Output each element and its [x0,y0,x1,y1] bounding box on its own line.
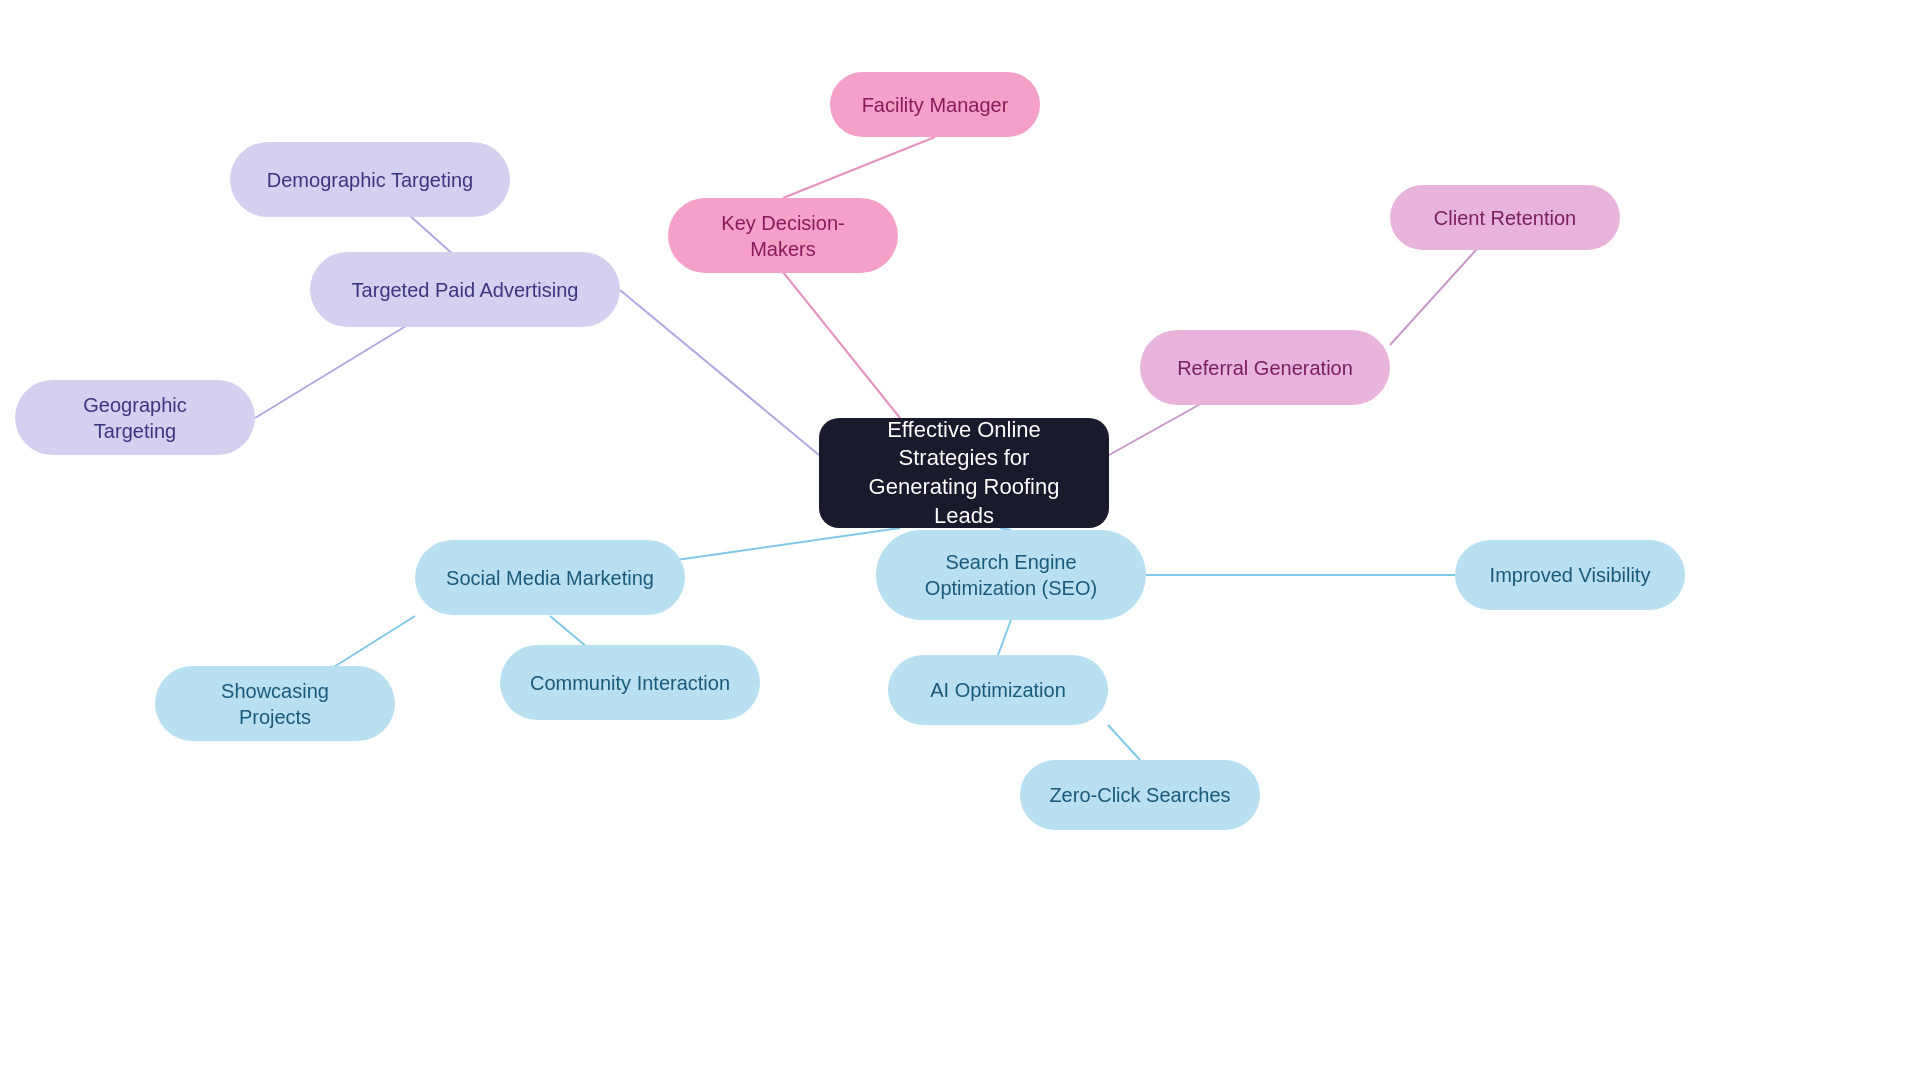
svg-line-4 [783,137,935,198]
social-label: Social Media Marketing [446,565,654,591]
center-node: Effective Online Strategies for Generati… [819,418,1109,528]
targeted-paid-label: Targeted Paid Advertising [352,277,579,303]
svg-line-13 [1108,725,1140,760]
key-decision-label: Key Decision-Makers [696,210,870,262]
seo-label: Search Engine Optimization (SEO) [904,549,1118,601]
community-label: Community Interaction [530,670,730,696]
svg-line-3 [783,272,900,418]
client-retention-node: Client Retention [1390,185,1620,250]
improved-visibility-node: Improved Visibility [1455,540,1685,610]
ai-label: AI Optimization [930,677,1066,703]
client-label: Client Retention [1434,205,1576,231]
zero-click-searches-node: Zero-Click Searches [1020,760,1260,830]
referral-generation-node: Referral Generation [1140,330,1390,405]
community-interaction-node: Community Interaction [500,645,760,720]
showcasing-projects-node: Showcasing Projects [155,666,395,741]
demographic-targeting-node: Demographic Targeting [230,142,510,217]
improved-label: Improved Visibility [1490,562,1651,588]
social-media-marketing-node: Social Media Marketing [415,540,685,615]
center-label: Effective Online Strategies for Generati… [847,416,1081,530]
seo-node: Search Engine Optimization (SEO) [876,530,1146,620]
demographic-label: Demographic Targeting [267,167,473,193]
key-decision-makers-node: Key Decision-Makers [668,198,898,273]
geographic-label: Geographic Targeting [43,392,227,444]
targeted-paid-node: Targeted Paid Advertising [310,252,620,327]
svg-line-12 [998,620,1011,655]
facility-label: Facility Manager [862,92,1009,118]
showcasing-label: Showcasing Projects [183,678,367,730]
geographic-targeting-node: Geographic Targeting [15,380,255,455]
zero-label: Zero-Click Searches [1049,782,1230,808]
facility-manager-node: Facility Manager [830,72,1040,137]
svg-line-0 [620,290,819,455]
referral-label: Referral Generation [1177,355,1353,381]
ai-optimization-node: AI Optimization [888,655,1108,725]
